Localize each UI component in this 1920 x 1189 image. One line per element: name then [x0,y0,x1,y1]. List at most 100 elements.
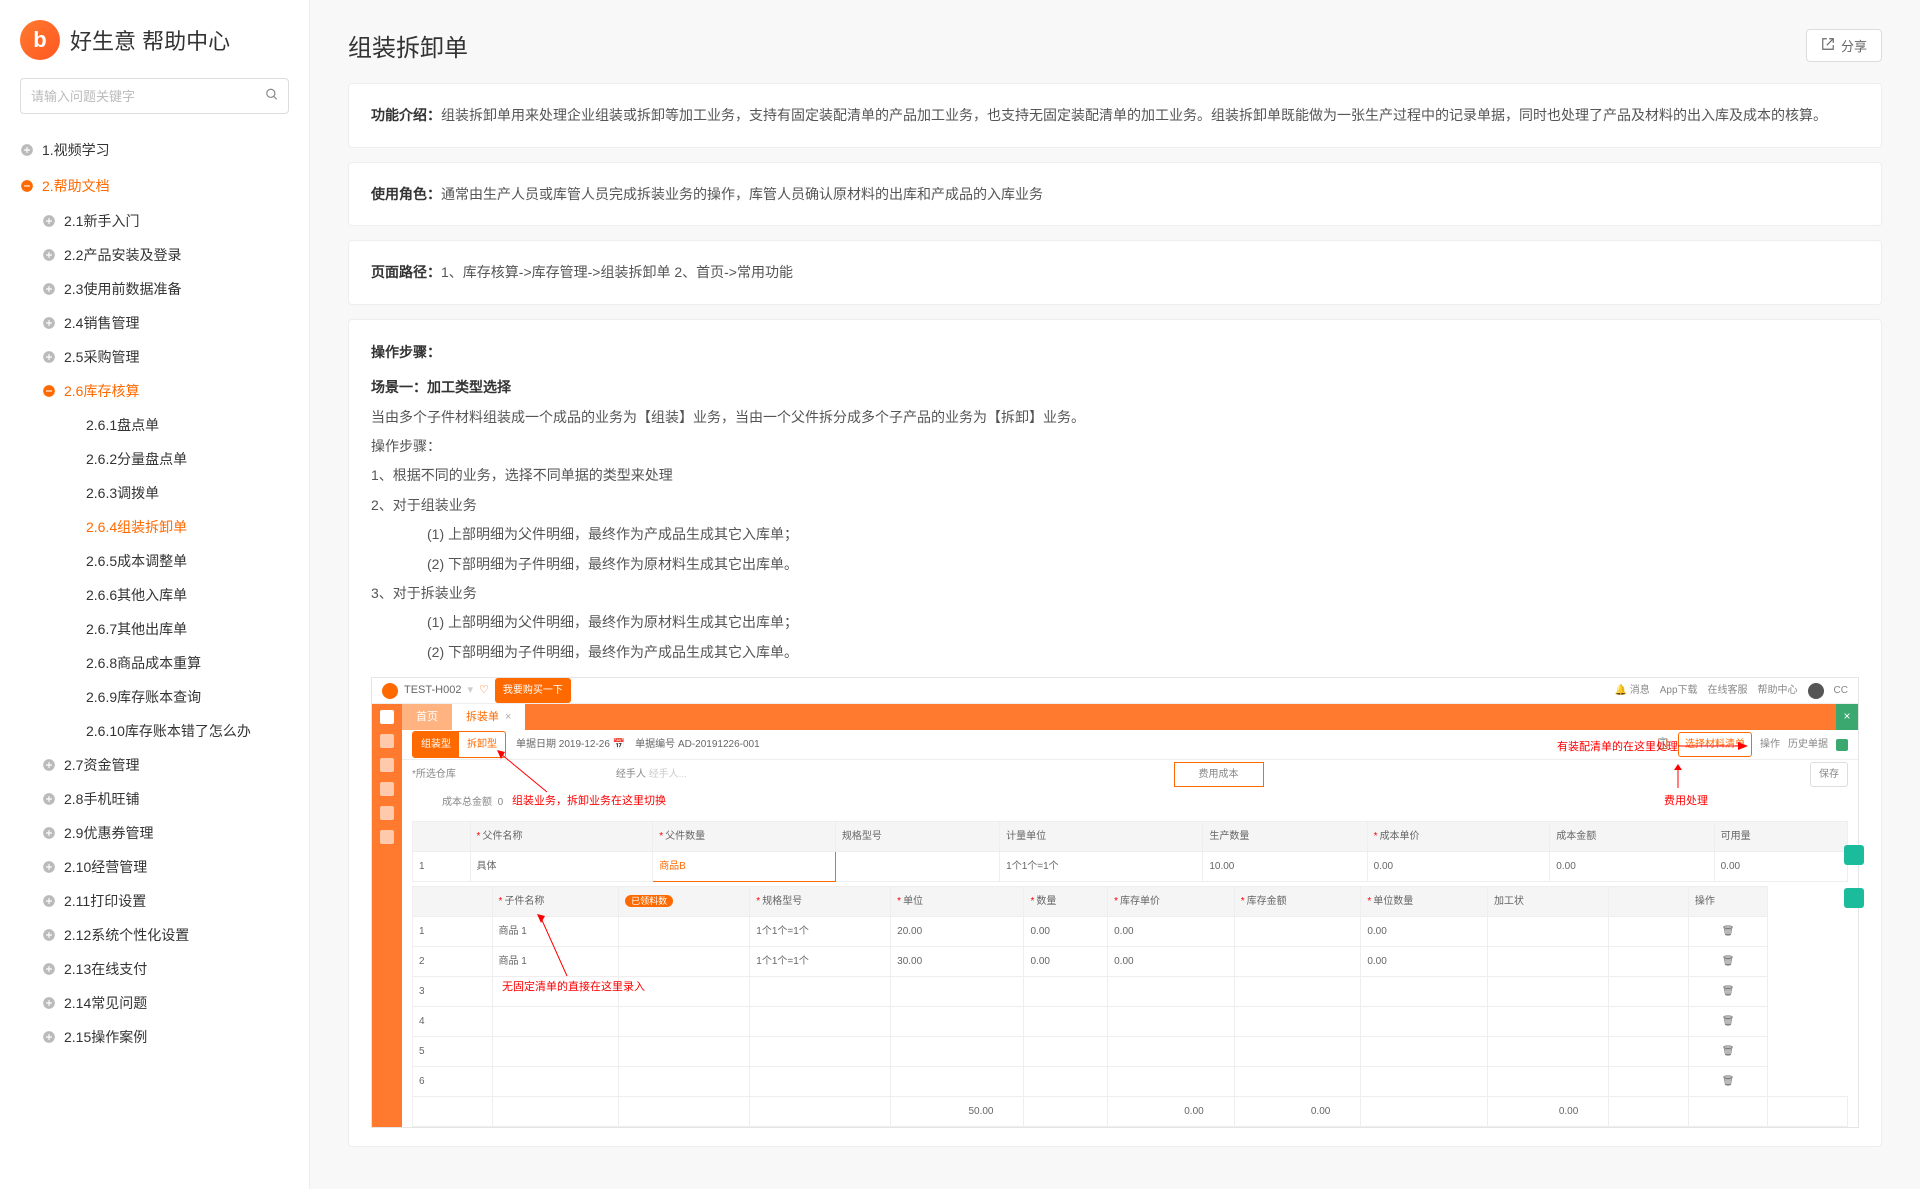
ss-expand-icon[interactable] [1836,739,1848,751]
ss-tab-home[interactable]: 首页 [402,704,452,730]
nav-item[interactable]: 2.4销售管理 [42,306,289,340]
ss-type-radio[interactable]: 组装型 拆卸型 [412,731,506,758]
ss-save-button[interactable]: 保存 [1810,762,1848,787]
step-3: 3、对于拆装业务 [371,579,1859,608]
ss-menu-icon[interactable] [380,806,394,820]
step-2a: (1) 上部明细为父件明细，最终作为产成品生成其它入库单； [371,520,1859,549]
ss-history-button[interactable]: 历史单据 [1788,734,1828,755]
nav-helpdocs[interactable]: 2.帮助文档 [20,168,289,204]
ss-trial-button[interactable]: 我要购买一下 [495,678,571,703]
nav-label: 2.10经营管理 [64,857,147,877]
ss-tab-active[interactable]: 拆装单× [452,704,525,730]
nav-label: 2.8手机旺铺 [64,789,139,809]
page-header: 组装拆卸单 分享 [348,28,1882,63]
nav-item[interactable]: 2.13在线支付 [42,952,289,986]
plus-icon [42,826,56,840]
nav-label: 2.3使用前数据准备 [64,279,181,299]
ss-fee-input[interactable]: 费用成本 [1174,762,1264,787]
ss-tool-icon[interactable] [1844,845,1864,865]
nav-label: 2.7资金管理 [64,755,139,775]
ss-tool-icon[interactable] [1844,888,1864,908]
ss-quote-button[interactable]: 选择材料清单 [1678,732,1752,757]
nav-item[interactable]: 2.3使用前数据准备 [42,272,289,306]
step-2: 2、对于组装业务 [371,491,1859,520]
nav-item[interactable]: 2.8手机旺铺 [42,782,289,816]
ss-menu-icon[interactable] [380,758,394,772]
scene-title: 场景一：加工类型选择 [371,373,1859,402]
nav-item[interactable]: 2.2产品安装及登录 [42,238,289,272]
ss-op-button[interactable]: 操作 [1760,734,1780,755]
ss-toolbar: 组装型 拆卸型 单据日期 2019-12-26 📅 单据编号 AD-201912… [402,730,1858,760]
nav-label: 2.4销售管理 [64,313,139,333]
nav-item[interactable]: 2.7资金管理 [42,748,289,782]
share-icon [1821,37,1835,54]
close-icon[interactable]: × [505,706,511,729]
nav-item[interactable]: 2.12系统个性化设置 [42,918,289,952]
nav-label: 2.1新手入门 [64,211,139,231]
ss-tabs-close-icon[interactable]: × [1836,704,1858,730]
path-text: 1、库存核算->库存管理->组装拆卸单 2、首页->常用功能 [441,264,793,280]
app-logo: b [20,20,60,60]
nav-leaf[interactable]: 2.6.7其他出库单 [86,612,289,646]
ss-menu-icon[interactable] [380,782,394,796]
ss-online-link[interactable]: 在线客服 [1708,680,1748,701]
steps-title: 操作步骤： [371,338,1859,367]
nav-leaf[interactable]: 2.6.3调拨单 [86,476,289,510]
ss-table-parent: 父件名称父件数量规格型号计量单位生产数量成本单价成本金额可用量1具体商品B1个1… [412,821,1848,882]
plus-icon [20,143,34,157]
plus-icon [42,1030,56,1044]
step-1: 1、根据不同的业务，选择不同单据的类型来处理 [371,461,1859,490]
nav-leaf[interactable]: 2.6.5成本调整单 [86,544,289,578]
nav-item[interactable]: 2.11打印设置 [42,884,289,918]
panel-role: 使用角色：通常由生产人员或库管人员完成拆装业务的操作，库管人员确认原材料的出库和… [348,162,1882,227]
ss-org: TEST-H002 [404,679,461,702]
ss-help-link[interactable]: 帮助中心 [1758,680,1798,701]
logo-row: b 好生意 帮助中心 [20,20,289,60]
nav-leaf[interactable]: 2.6.2分量盘点单 [86,442,289,476]
role-label: 使用角色： [371,186,441,202]
nav-leaf[interactable]: 2.6.9库存账本查询 [86,680,289,714]
nav-leaf[interactable]: 2.6.8商品成本重算 [86,646,289,680]
nav-helpdocs-children: 2.1新手入门 2.2产品安装及登录 2.3使用前数据准备 2.4销售管理 2.5采购管… [20,204,289,1054]
step-3a: (1) 上部明细为父件明细，最终作为原材料生成其它出库单； [371,608,1859,637]
role-text: 通常由生产人员或库管人员完成拆装业务的操作，库管人员确认原材料的出库和产成品的入… [441,186,1043,202]
ss-home-icon[interactable] [380,710,394,724]
nav-item[interactable]: 2.1新手入门 [42,204,289,238]
ss-row2: *所选仓库 经手人 经手人... 费用成本 保存 [402,760,1858,788]
ss-bell-icon[interactable]: 🔔 消息 [1615,680,1650,701]
nav-item[interactable]: 2.14常见问题 [42,986,289,1020]
ss-table-child: 子件名称已领料数规格型号单位数量库存单价库存金额单位数量加工状操作1商品 11个… [412,886,1848,1127]
step-2b: (2) 下部明细为子件明细，最终作为原材料生成其它出库单。 [371,550,1859,579]
nav-leaf[interactable]: 2.6.1盘点单 [86,408,289,442]
minus-icon [20,179,34,193]
search-wrap [20,78,289,114]
plus-icon [42,758,56,772]
nav-label: 2.帮助文档 [42,176,110,196]
nav-leaf[interactable]: 2.6.6其他入库单 [86,578,289,612]
plus-icon [42,248,56,262]
nav-label: 1.视频学习 [42,140,110,160]
nav-leaf[interactable]: 2.6.4组装拆卸单 [86,510,289,544]
path-label: 页面路径： [371,264,441,280]
search-input[interactable] [20,78,289,114]
share-button[interactable]: 分享 [1806,29,1882,62]
nav-item[interactable]: 2.15操作案例 [42,1020,289,1054]
ss-tabs: 首页 拆装单× × [402,704,1858,730]
ss-menu-icon[interactable] [380,734,394,748]
nav-item[interactable]: 2.5采购管理 [42,340,289,374]
ss-app-link[interactable]: App下载 [1660,680,1698,701]
nav-item[interactable]: 2.10经营管理 [42,850,289,884]
operation-title: 操作步骤： [371,432,1859,461]
nav-label: 2.2产品安装及登录 [64,245,181,265]
nav-video[interactable]: 1.视频学习 [20,132,289,168]
ss-user: CC [1834,680,1848,701]
nav-leaf[interactable]: 2.6.10库存账本错了怎么办 [86,714,289,748]
nav-item[interactable]: 2.9优惠券管理 [42,816,289,850]
plus-icon [42,860,56,874]
ss-avatar-icon[interactable] [1808,683,1824,699]
nav-label: 2.12系统个性化设置 [64,925,189,945]
ss-opt-assemble[interactable]: 组装型 [413,732,459,757]
nav-item[interactable]: 2.6库存核算 [42,374,289,408]
ss-menu-icon[interactable] [380,830,394,844]
ss-opt-disassemble[interactable]: 拆卸型 [459,732,505,757]
